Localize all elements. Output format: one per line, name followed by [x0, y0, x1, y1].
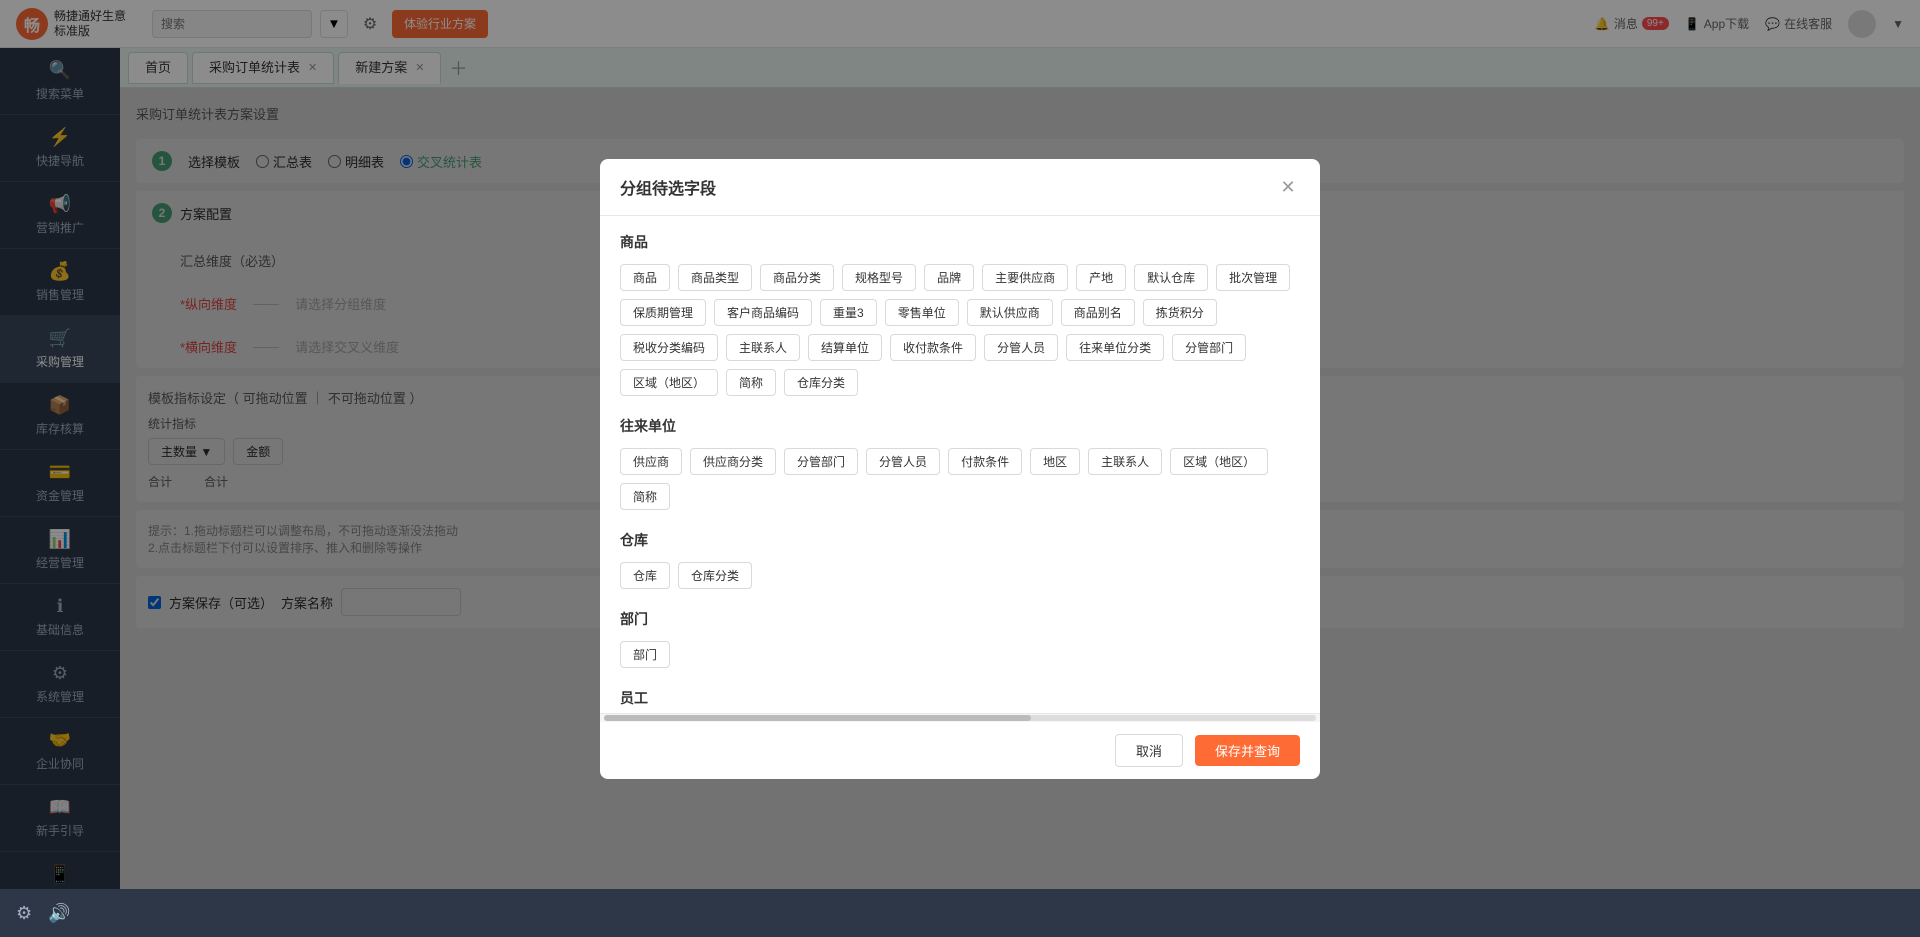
modal-overlay: 分组待选字段 ✕ 商品 商品 商品类型 商品分类 规格型号 品牌 主要供应商 产… [0, 0, 1920, 937]
tag-supplier-category[interactable]: 供应商分类 [690, 448, 776, 475]
group-title-counterpart: 往来单位 [620, 416, 1300, 436]
horizontal-scrollbar[interactable] [604, 715, 1316, 721]
tag-region-cp[interactable]: 区域（地区） [1170, 448, 1268, 475]
tag-manage-dept[interactable]: 分管部门 [784, 448, 858, 475]
group-title-warehouse: 仓库 [620, 530, 1300, 550]
tag-supplier[interactable]: 供应商 [620, 448, 682, 475]
tag-retail-unit[interactable]: 零售单位 [885, 299, 959, 326]
modal-footer: 取消 保存并查询 [600, 722, 1320, 779]
tag-main-supplier[interactable]: 主要供应商 [982, 264, 1068, 291]
warehouse-tags: 仓库 仓库分类 [620, 562, 1300, 589]
group-title-product: 商品 [620, 232, 1300, 252]
tag-product[interactable]: 商品 [620, 264, 670, 291]
group-title-employee: 员工 [620, 688, 1300, 708]
scrollbar-thumb [604, 715, 1031, 721]
tag-customer-code[interactable]: 客户商品编码 [714, 299, 812, 326]
modal-scroll-bar [600, 713, 1320, 722]
confirm-button[interactable]: 保存并查询 [1195, 735, 1300, 766]
bottom-bar: ⚙ 🔊 [0, 889, 1920, 937]
field-select-modal: 分组待选字段 ✕ 商品 商品 商品类型 商品分类 规格型号 品牌 主要供应商 产… [600, 159, 1320, 779]
field-group-counterpart: 往来单位 供应商 供应商分类 分管部门 分管人员 付款条件 地区 主联系人 区域… [620, 416, 1300, 510]
tag-default-warehouse[interactable]: 默认仓库 [1134, 264, 1208, 291]
tag-warehouse-category-product[interactable]: 仓库分类 [784, 369, 858, 396]
tag-batch[interactable]: 批次管理 [1216, 264, 1290, 291]
tag-weight[interactable]: 重量3 [820, 299, 877, 326]
tag-pay-terms[interactable]: 付款条件 [948, 448, 1022, 475]
tag-payment-terms[interactable]: 收付款条件 [890, 334, 976, 361]
tag-supervisor[interactable]: 分管人员 [984, 334, 1058, 361]
tag-warehouse[interactable]: 仓库 [620, 562, 670, 589]
field-group-product: 商品 商品 商品类型 商品分类 规格型号 品牌 主要供应商 产地 默认仓库 批次… [620, 232, 1300, 396]
department-tags: 部门 [620, 641, 1300, 668]
tag-main-contact[interactable]: 主联系人 [726, 334, 800, 361]
tag-product-category[interactable]: 商品分类 [760, 264, 834, 291]
tag-main-contact-cp[interactable]: 主联系人 [1088, 448, 1162, 475]
tag-warehouse-category[interactable]: 仓库分类 [678, 562, 752, 589]
field-group-department: 部门 部门 [620, 609, 1300, 668]
tag-quality[interactable]: 保质期管理 [620, 299, 706, 326]
product-tags: 商品 商品类型 商品分类 规格型号 品牌 主要供应商 产地 默认仓库 批次管理 … [620, 264, 1300, 396]
tag-product-type[interactable]: 商品类型 [678, 264, 752, 291]
tag-alias[interactable]: 商品别名 [1061, 299, 1135, 326]
modal-body: 商品 商品 商品类型 商品分类 规格型号 品牌 主要供应商 产地 默认仓库 批次… [600, 216, 1320, 713]
modal-title: 分组待选字段 [620, 175, 716, 199]
group-title-department: 部门 [620, 609, 1300, 629]
tag-tax-code[interactable]: 税收分类编码 [620, 334, 718, 361]
tag-short-name-product[interactable]: 简称 [726, 369, 776, 396]
cancel-button[interactable]: 取消 [1115, 734, 1183, 767]
modal-close-btn[interactable]: ✕ [1276, 175, 1300, 199]
field-group-warehouse: 仓库 仓库 仓库分类 [620, 530, 1300, 589]
tag-pick-score[interactable]: 拣货积分 [1143, 299, 1217, 326]
settings-bottom-icon[interactable]: ⚙ [16, 903, 32, 924]
tag-department[interactable]: 部门 [620, 641, 670, 668]
tag-area[interactable]: 地区 [1030, 448, 1080, 475]
tag-default-supplier[interactable]: 默认供应商 [967, 299, 1053, 326]
tag-dept[interactable]: 分管部门 [1172, 334, 1246, 361]
tag-settlement-unit[interactable]: 结算单位 [808, 334, 882, 361]
audio-icon[interactable]: 🔊 [48, 903, 70, 924]
tag-origin[interactable]: 产地 [1076, 264, 1126, 291]
counterpart-tags: 供应商 供应商分类 分管部门 分管人员 付款条件 地区 主联系人 区域（地区） … [620, 448, 1300, 510]
tag-region-product[interactable]: 区域（地区） [620, 369, 718, 396]
tag-short-name-cp[interactable]: 简称 [620, 483, 670, 510]
tag-manage-person[interactable]: 分管人员 [866, 448, 940, 475]
tag-counterpart-category[interactable]: 往来单位分类 [1066, 334, 1164, 361]
field-group-employee: 员工 业务员 [620, 688, 1300, 713]
modal-header: 分组待选字段 ✕ [600, 159, 1320, 216]
tag-brand[interactable]: 品牌 [924, 264, 974, 291]
tag-spec[interactable]: 规格型号 [842, 264, 916, 291]
